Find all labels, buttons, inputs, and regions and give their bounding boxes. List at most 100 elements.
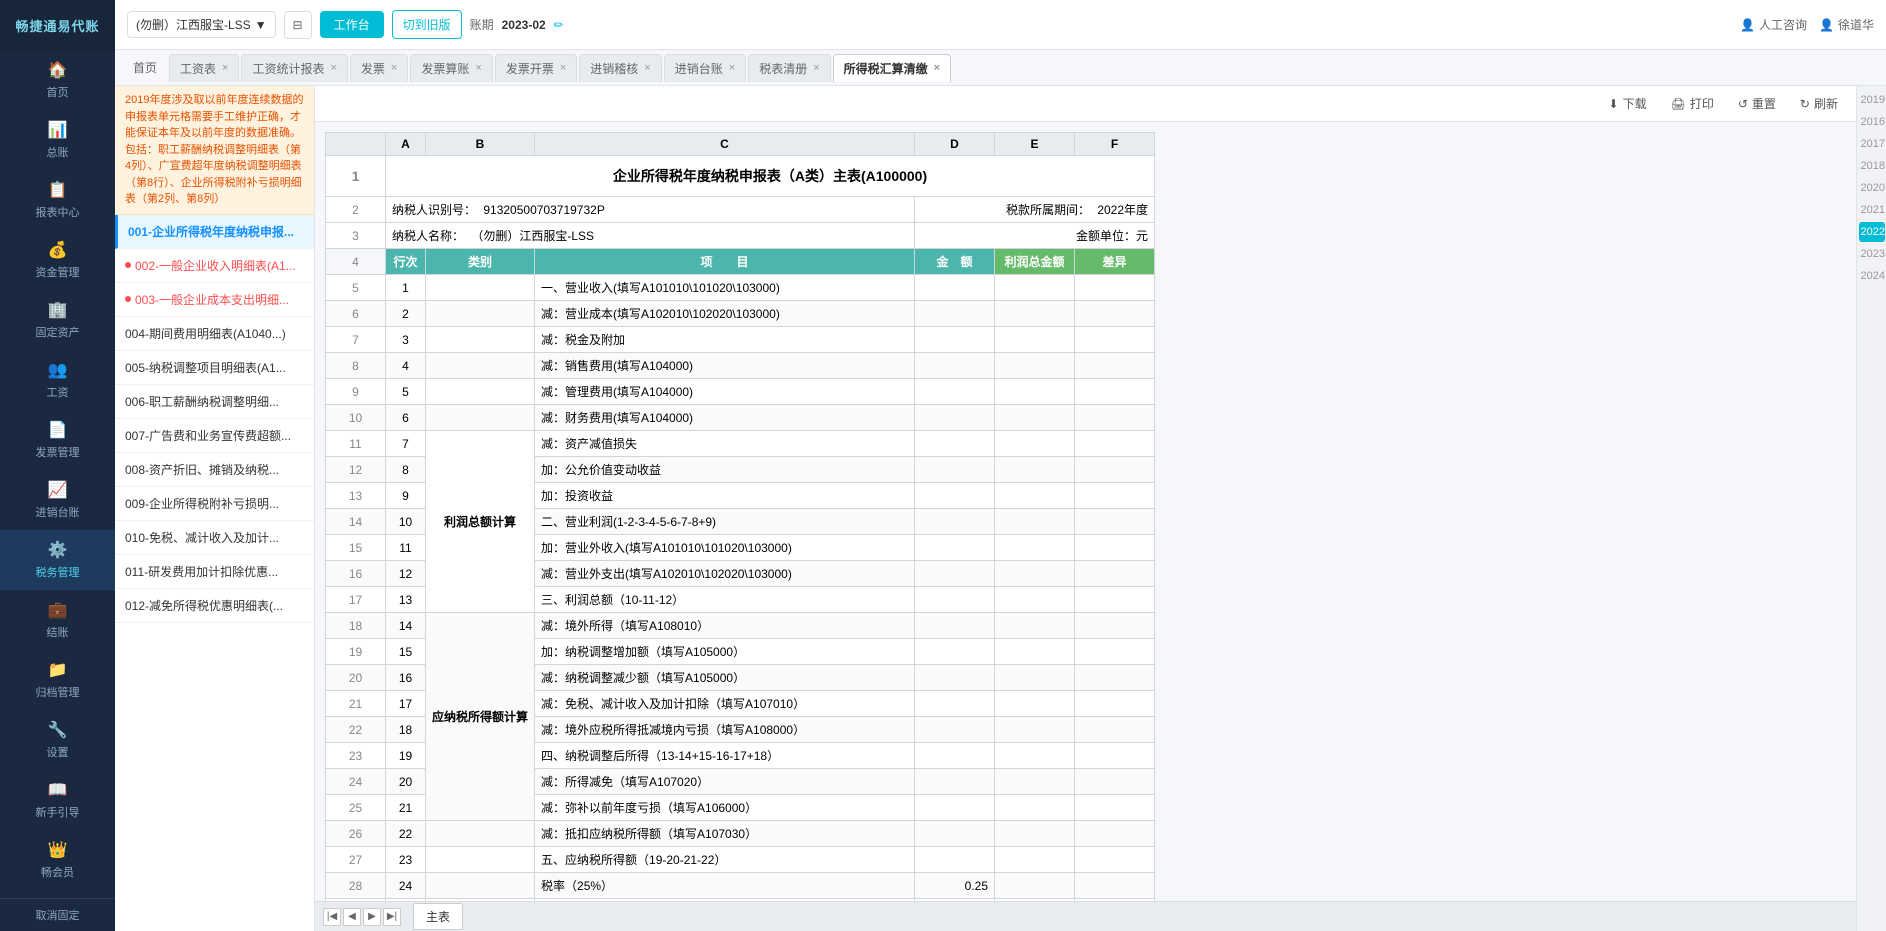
year-2016[interactable]: 2016 bbox=[1859, 112, 1885, 132]
table-row: 10 6 减：财务费用(填写A104000) bbox=[326, 405, 1155, 431]
form-item-002[interactable]: 002-一般企业收入明细表(A1... bbox=[115, 249, 314, 283]
topbar-copy-button[interactable]: ⊟ bbox=[284, 11, 312, 39]
col-header-D: D bbox=[915, 133, 995, 156]
tab-ledger[interactable]: 进销台账 × bbox=[664, 54, 746, 82]
year-2019[interactable]: 2019 bbox=[1859, 90, 1885, 110]
sidebar-item-ledger[interactable]: 📊 总账 bbox=[0, 110, 115, 170]
sidebar-item-assets[interactable]: 🏢 固定资产 bbox=[0, 290, 115, 350]
form-item-011[interactable]: 011-研发费用加计扣除优惠... bbox=[115, 555, 314, 589]
col-chayi: 差异 bbox=[1075, 249, 1155, 275]
period-edit-icon[interactable]: ✏ bbox=[554, 18, 564, 32]
sheet-nav-next[interactable]: ▶ bbox=[363, 908, 381, 926]
tab-invoice-open-close[interactable]: × bbox=[560, 62, 566, 74]
tab-invoice-calc-close[interactable]: × bbox=[475, 62, 481, 74]
customer-service-button[interactable]: 👤 人工咨询 bbox=[1740, 16, 1807, 33]
col-header-F: F bbox=[1075, 133, 1155, 156]
sheet-nav-last[interactable]: ▶| bbox=[383, 908, 401, 926]
table-row: 29 25 六、应纳所得税额（23×24） bbox=[326, 899, 1155, 902]
form-item-005[interactable]: 005-纳税调整项目明细表(A1... bbox=[115, 351, 314, 385]
col-header-rownum bbox=[326, 133, 386, 156]
company-selector[interactable]: (勿删）江西服宝-LSS ▼ bbox=[127, 11, 276, 38]
sidebar-unpin-button[interactable]: 取消固定 bbox=[0, 898, 115, 931]
warning-bar: 2019年度涉及取以前年度连续数据的申报表单元格需要手工维护正确，才能保证本年及… bbox=[115, 86, 314, 215]
form-item-007[interactable]: 007-广告费和业务宣传费超额... bbox=[115, 419, 314, 453]
form-item-004[interactable]: 004-期间费用明细表(A1040...) bbox=[115, 317, 314, 351]
tab-tax-list[interactable]: 税表清册 × bbox=[748, 54, 830, 82]
sidebar-item-home[interactable]: 🏠 首页 bbox=[0, 50, 115, 110]
form-005-label: 005-纳税调整项目明细表(A1... bbox=[125, 359, 286, 376]
print-icon: 🖨 bbox=[1671, 97, 1686, 111]
download-icon: ⬇ bbox=[1609, 97, 1619, 111]
sheet-tab-main[interactable]: 主表 bbox=[413, 903, 463, 930]
tab-invoice-calc[interactable]: 发票算账 × bbox=[410, 54, 492, 82]
current-period: 2023-02 bbox=[502, 18, 546, 32]
form-item-006[interactable]: 006-职工薪酬纳税调整明细... bbox=[115, 385, 314, 419]
form-item-003[interactable]: 003-一般企业成本支出明细... bbox=[115, 283, 314, 317]
tab-home[interactable]: 首页 bbox=[123, 54, 167, 81]
year-2022[interactable]: 2022 bbox=[1859, 222, 1885, 242]
form-004-label: 004-期间费用明细表(A1040...) bbox=[125, 325, 286, 342]
row-num-3: 3 bbox=[326, 223, 386, 249]
form-item-012[interactable]: 012-减免所得税优惠明细表(... bbox=[115, 589, 314, 623]
sidebar-item-close[interactable]: 💼 结账 bbox=[0, 590, 115, 650]
sidebar-item-sales[interactable]: 📈 进销台账 bbox=[0, 470, 115, 530]
company-dropdown-icon: ▼ bbox=[255, 18, 267, 32]
tab-invoice-open[interactable]: 发票开票 × bbox=[495, 54, 577, 82]
form-item-010[interactable]: 010-免税、减计收入及加计... bbox=[115, 521, 314, 555]
table-row: 26 22 减：抵扣应纳税所得额（填写A107030） bbox=[326, 821, 1155, 847]
sheet-nav-first[interactable]: |◀ bbox=[323, 908, 341, 926]
form-item-001[interactable]: 001-企业所得税年度纳税申报... bbox=[115, 215, 314, 249]
year-2024[interactable]: 2024 bbox=[1859, 266, 1885, 286]
user-profile-button[interactable]: 👤 徐道华 bbox=[1819, 16, 1874, 33]
table-row: 28 24 税率（25%） 0.25 bbox=[326, 873, 1155, 899]
sheet-nav-prev[interactable]: ◀ bbox=[343, 908, 361, 926]
year-2018[interactable]: 2018 bbox=[1859, 156, 1885, 176]
col-lirun: 利润总金额 bbox=[995, 249, 1075, 275]
col-header-E: E bbox=[995, 133, 1075, 156]
archive-icon: 📁 bbox=[48, 660, 68, 680]
print-button[interactable]: 🖨 打印 bbox=[1665, 92, 1720, 115]
form-item-009[interactable]: 009-企业所得税附补亏损明... bbox=[115, 487, 314, 521]
tab-invoice-close[interactable]: × bbox=[391, 62, 397, 74]
year-2023[interactable]: 2023 bbox=[1859, 244, 1885, 264]
timeline-panel: 2019 2016 2017 2018 2020 2021 2022 2023 … bbox=[1856, 86, 1886, 931]
tab-income-tax[interactable]: 所得税汇算清缴 × bbox=[833, 54, 951, 82]
sheet-area[interactable]: A B C D E F 1 企业所得税年度纳税申报表（A类）主表(A100000… bbox=[315, 122, 1856, 901]
row-num-4: 4 bbox=[326, 249, 386, 275]
sidebar-item-invoice[interactable]: 📄 发票管理 bbox=[0, 410, 115, 470]
year-2017[interactable]: 2017 bbox=[1859, 134, 1885, 154]
form-item-008[interactable]: 008-资产折旧、摊销及纳税... bbox=[115, 453, 314, 487]
reset-button[interactable]: ↺ 重置 bbox=[1732, 92, 1782, 115]
year-2020[interactable]: 2020 bbox=[1859, 178, 1885, 198]
refresh-button[interactable]: ↻ 刷新 bbox=[1794, 92, 1844, 115]
sidebar-item-settings[interactable]: 🔧 设置 bbox=[0, 710, 115, 770]
sidebar-item-finance[interactable]: 💰 资金管理 bbox=[0, 230, 115, 290]
company-name-cell: 纳税人名称： （勿删）江西服宝-LSS bbox=[386, 223, 915, 249]
refresh-icon: ↻ bbox=[1800, 97, 1810, 111]
sidebar-item-member[interactable]: 👑 畅会员 bbox=[0, 830, 115, 890]
tab-payroll-stats-close[interactable]: × bbox=[330, 62, 336, 74]
tab-invoice[interactable]: 发票 × bbox=[350, 54, 408, 82]
reset-icon: ↺ bbox=[1738, 97, 1748, 111]
download-button[interactable]: ⬇ 下载 bbox=[1603, 92, 1653, 115]
tab-audit[interactable]: 进销稽核 × bbox=[579, 54, 661, 82]
sidebar-item-archive[interactable]: 📁 归档管理 bbox=[0, 650, 115, 710]
switch-version-button[interactable]: 切到旧版 bbox=[392, 10, 462, 39]
table-row: 27 23 五、应纳税所得额（19-20-21-22） bbox=[326, 847, 1155, 873]
tab-payroll-close[interactable]: × bbox=[222, 62, 228, 74]
sidebar-item-tax[interactable]: ⚙️ 税务管理 bbox=[0, 530, 115, 590]
sidebar-item-guide[interactable]: 📖 新手引导 bbox=[0, 770, 115, 830]
warning-dot bbox=[125, 262, 131, 268]
tab-tax-list-close[interactable]: × bbox=[813, 62, 819, 74]
tab-audit-close[interactable]: × bbox=[644, 62, 650, 74]
sidebar-item-reports[interactable]: 📋 报表中心 bbox=[0, 170, 115, 230]
form-008-label: 008-资产折旧、摊销及纳税... bbox=[125, 461, 279, 478]
work-platform-button[interactable]: 工作台 bbox=[320, 11, 384, 38]
year-2021[interactable]: 2021 bbox=[1859, 200, 1885, 220]
tab-payroll-stats[interactable]: 工资统计报表 × bbox=[241, 54, 347, 82]
table-row: 7 3 减：税金及附加 bbox=[326, 327, 1155, 353]
tab-ledger-close[interactable]: × bbox=[729, 62, 735, 74]
sidebar-item-payroll[interactable]: 👥 工资 bbox=[0, 350, 115, 410]
tab-payroll[interactable]: 工资表 × bbox=[169, 54, 239, 82]
tab-income-tax-close[interactable]: × bbox=[934, 62, 940, 74]
